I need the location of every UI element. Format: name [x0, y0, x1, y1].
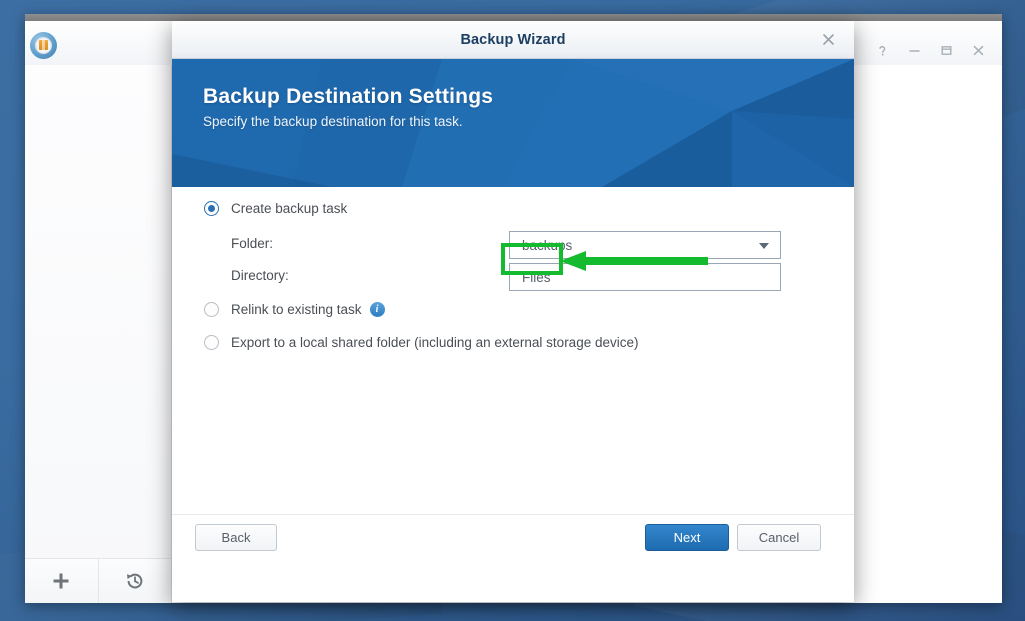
radio-create-backup-task[interactable] [204, 201, 219, 216]
banner-text-group: Backup Destination Settings Specify the … [203, 85, 493, 129]
app-sidebar [25, 65, 172, 603]
add-task-button[interactable] [25, 559, 99, 603]
dialog-close-icon[interactable] [812, 21, 844, 58]
next-button[interactable]: Next [645, 524, 729, 551]
desktop-background: Backup Wizard Backup Destination Setting… [0, 0, 1025, 621]
directory-input-value: Files [522, 269, 551, 285]
radio-option-create-backup-task[interactable]: Create backup task [204, 201, 347, 216]
radio-label-relink-to-existing-task: Relink to existing task [231, 302, 362, 317]
chevron-down-icon [759, 243, 769, 249]
cancel-button[interactable]: Cancel [737, 524, 821, 551]
banner-subtitle: Specify the backup destination for this … [203, 114, 463, 129]
directory-input[interactable]: Files [509, 263, 781, 291]
help-button[interactable] [866, 35, 898, 65]
folder-select-value: backups [522, 237, 573, 253]
restore-history-button[interactable] [99, 559, 172, 603]
dialog-title: Backup Wizard [460, 31, 566, 48]
hyper-backup-app-icon [30, 32, 57, 59]
dialog-titlebar[interactable]: Backup Wizard [172, 21, 854, 59]
directory-label: Directory: [231, 268, 289, 283]
radio-export-to-local-shared-folder[interactable] [204, 335, 219, 350]
radio-label-create-backup-task: Create backup task [231, 201, 348, 216]
radio-label-export-to-local-shared-folder: Export to a local shared folder (includi… [231, 335, 639, 350]
radio-relink-to-existing-task[interactable] [204, 302, 219, 317]
folder-label: Folder: [231, 236, 274, 251]
banner-title: Backup Destination Settings [203, 85, 494, 108]
dialog-banner: Backup Destination Settings Specify the … [172, 59, 854, 187]
app-sidebar-footer [25, 558, 171, 603]
dialog-form: Create backup task Folder: backups Direc… [172, 187, 854, 559]
app-window-titlebar[interactable] [25, 14, 1002, 21]
info-icon[interactable]: i [369, 302, 385, 317]
back-button[interactable]: Back [195, 524, 277, 551]
folder-select[interactable]: backups [509, 231, 781, 259]
maximize-button[interactable] [930, 35, 962, 65]
dialog-footer: Back Next Cancel [172, 514, 854, 559]
radio-option-export-to-local-shared-folder[interactable]: Export to a local shared folder (includi… [204, 335, 638, 350]
close-button[interactable] [962, 35, 994, 65]
radio-option-relink-to-existing-task[interactable]: Relink to existing task i [204, 302, 385, 317]
backup-wizard-dialog: Backup Wizard Backup Destination Setting… [172, 21, 854, 602]
minimize-button[interactable] [898, 35, 930, 65]
